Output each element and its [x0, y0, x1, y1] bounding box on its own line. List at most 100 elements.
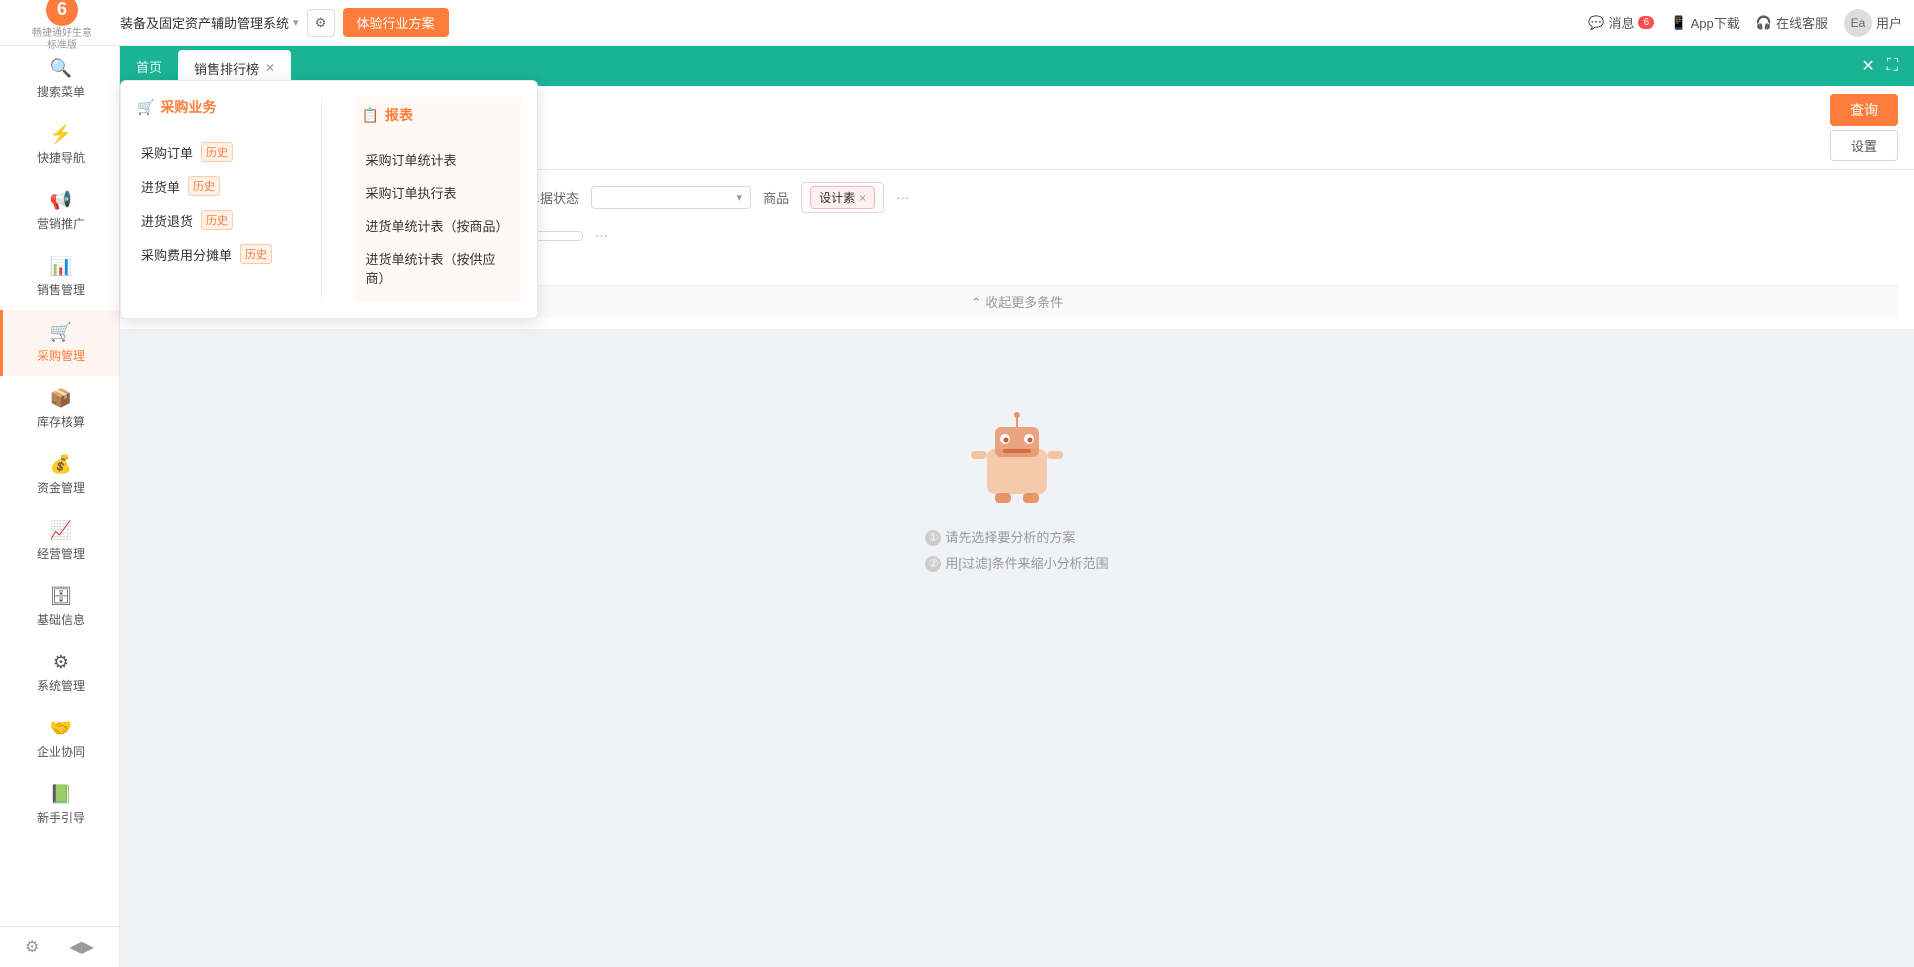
cooperation-icon: 🤝 [50, 718, 72, 739]
app-download-label: App下载 [1691, 13, 1740, 32]
filter-collapse-text: ⌃ 收起更多条件 [971, 295, 1064, 310]
query-btn-group: 查询 设置 [1830, 94, 1898, 161]
goods-more-dots[interactable]: ··· [896, 190, 909, 205]
purchase-order-label: 采购订单 [141, 143, 193, 162]
dropdown-purchase-return[interactable]: 进货退货 历史 [137, 203, 289, 237]
system-icon: ⚙ [53, 652, 69, 673]
settings-button[interactable]: 设置 [1830, 130, 1898, 161]
messages-label: 消息 [1608, 13, 1634, 32]
empty-state: ① 请先选择要分析的方案 ② 用[过滤]条件来缩小分析范围 [120, 329, 1914, 657]
online-service-label: 在线客服 [1776, 13, 1828, 32]
phone-icon: 📱 [1670, 15, 1686, 31]
operations-icon: 📈 [50, 520, 72, 541]
sidebar-label-cooperation: 企业协同 [37, 743, 85, 760]
report-section: 📋 报表 采购订单统计表 采购订单执行表 进货单统计表（按商品） 进货单统计表（… [354, 97, 522, 302]
purchase-inbound-label: 进货单 [141, 177, 180, 196]
sidebar-label-purchase: 采购管理 [37, 347, 85, 364]
user-menu-button[interactable]: Ea 用户 [1844, 9, 1902, 37]
empty-state-text: ① 请先选择要分析的方案 ② 用[过滤]条件来缩小分析范围 [925, 525, 1108, 577]
hint-text-1: 请先选择要分析的方案 [945, 525, 1075, 551]
headset-icon: 🎧 [1756, 15, 1772, 31]
sidebar-item-search[interactable]: 🔍 搜索菜单 [0, 46, 119, 112]
hint-num-2: ② [925, 556, 941, 572]
report-section-title: 📋 报表 [362, 105, 514, 131]
sidebar-label-inventory: 库存核算 [37, 413, 85, 430]
report-inbound-supplier-label: 进货单统计表（按供应商） [366, 249, 510, 287]
avatar-initials: Ea [1851, 16, 1866, 30]
avatar: Ea [1844, 9, 1872, 37]
goods-tag: 设计素 × [810, 186, 875, 209]
sidebar-label-guide: 新手引导 [37, 809, 85, 826]
sidebar-label-basic-info: 基础信息 [37, 611, 85, 628]
topbar-right-area: 💬 消息 6 📱 App下载 🎧 在线客服 Ea 用户 [1588, 9, 1902, 37]
main-layout: 🔍 搜索菜单 ⚡ 快捷导航 📢 营销推广 📊 销售管理 🛒 采购管理 📦 库存核… [0, 46, 1914, 967]
system-title-area: 装备及固定资产辅助管理系统 ▾ [120, 13, 299, 32]
sidebar-item-quicknav[interactable]: ⚡ 快捷导航 [0, 112, 119, 178]
sidebar-label-finance: 资金管理 [37, 479, 85, 496]
hint-text-2: 用[过滤]条件来缩小分析范围 [945, 551, 1108, 577]
dropdown-report-order-stat[interactable]: 采购订单统计表 [362, 143, 514, 176]
title-chevron-icon[interactable]: ▾ [293, 16, 299, 29]
tab-expand-icon[interactable]: ⛶ [1883, 53, 1902, 79]
sidebar-item-finance[interactable]: 💰 资金管理 [0, 442, 119, 508]
sidebar-item-operations[interactable]: 📈 经营管理 [0, 508, 119, 574]
salesperson-more-dots[interactable]: ··· [595, 228, 608, 243]
user-label: 用户 [1876, 13, 1902, 32]
sidebar-label-search: 搜索菜单 [37, 83, 85, 100]
sidebar-label-operations: 经营管理 [37, 545, 85, 562]
online-service-button[interactable]: 🎧 在线客服 [1756, 13, 1828, 32]
system-title-text: 装备及固定资产辅助管理系统 [120, 13, 289, 32]
hint-num-1: ① [925, 530, 941, 546]
tab-home-label: 首页 [136, 57, 162, 76]
sidebar-bottom: ⚙ ◀▶ [0, 926, 119, 967]
purchase-expense-history-badge: 历史 [240, 244, 272, 264]
dropdown-purchase-order[interactable]: 采购订单 历史 [137, 135, 289, 169]
dropdown-purchase-expense[interactable]: 采购费用分摊单 历史 [137, 237, 289, 271]
sidebar-item-inventory[interactable]: 📦 库存核算 [0, 376, 119, 442]
sidebar-item-sales[interactable]: 📊 销售管理 [0, 244, 119, 310]
dropdown-purchase-inbound[interactable]: 进货单 历史 [137, 169, 289, 203]
industry-solution-button[interactable]: 体验行业方案 [343, 8, 449, 37]
logo-icon: 6 [46, 0, 78, 26]
sidebar-settings-icon[interactable]: ⚙ [25, 937, 39, 957]
report-order-exec-label: 采购订单执行表 [366, 183, 457, 202]
report-order-stat-label: 采购订单统计表 [366, 150, 457, 169]
purchase-return-history-badge: 历史 [201, 210, 233, 230]
voucher-chevron-icon: ▾ [737, 191, 743, 204]
goods-tag-close-icon[interactable]: × [859, 191, 866, 205]
sidebar-label-marketing: 营销推广 [37, 215, 85, 232]
sidebar: 🔍 搜索菜单 ⚡ 快捷导航 📢 营销推广 📊 销售管理 🛒 采购管理 📦 库存核… [0, 46, 120, 967]
sidebar-item-cooperation[interactable]: 🤝 企业协同 [0, 706, 119, 772]
goods-tag-text: 设计素 [819, 189, 855, 206]
finance-icon: 💰 [50, 454, 72, 475]
sidebar-item-guide[interactable]: 📗 新手引导 [0, 772, 119, 838]
dropdown-report-order-exec[interactable]: 采购订单执行表 [362, 176, 514, 209]
settings-gear-button[interactable]: ⚙ [307, 9, 335, 37]
tab-close-icon[interactable]: ✕ [265, 61, 275, 75]
purchase-order-history-badge: 历史 [201, 142, 233, 162]
purchase-title-icon: 🛒 [137, 99, 154, 116]
sidebar-item-basic-info[interactable]: 🗄 基础信息 [0, 574, 119, 640]
purchase-section: 🛒 采购业务 采购订单 历史 进货单 历史 进货退货 历史 采购费用分摊单 [137, 97, 289, 302]
sidebar-item-system[interactable]: ⚙ 系统管理 [0, 640, 119, 706]
sidebar-label-system: 系统管理 [37, 677, 85, 694]
dropdown-report-inbound-goods[interactable]: 进货单统计表（按商品） [362, 209, 514, 242]
query-button[interactable]: 查询 [1830, 94, 1898, 126]
voucher-status-select[interactable]: ▾ [591, 186, 751, 209]
sidebar-item-purchase[interactable]: 🛒 采购管理 [0, 310, 119, 376]
empty-state-illustration [967, 409, 1067, 509]
purchase-icon: 🛒 [50, 322, 72, 343]
purchase-dropdown-menu: 🛒 采购业务 采购订单 历史 进货单 历史 进货退货 历史 采购费用分摊单 [120, 80, 538, 319]
report-inbound-goods-label: 进货单统计表（按商品） [366, 216, 509, 235]
marketing-icon: 📢 [50, 190, 72, 211]
dropdown-report-inbound-supplier[interactable]: 进货单统计表（按供应商） [362, 242, 514, 294]
sidebar-item-marketing[interactable]: 📢 营销推广 [0, 178, 119, 244]
inventory-icon: 📦 [50, 388, 72, 409]
tab-close-all-icon[interactable]: ✕ [1857, 52, 1878, 80]
quicknav-icon: ⚡ [50, 124, 72, 145]
message-icon: 💬 [1588, 15, 1604, 31]
sidebar-collapse-icon[interactable]: ◀▶ [69, 937, 94, 957]
messages-button[interactable]: 💬 消息 6 [1588, 13, 1654, 32]
sales-icon: 📊 [50, 256, 72, 277]
app-download-button[interactable]: 📱 App下载 [1670, 13, 1739, 32]
